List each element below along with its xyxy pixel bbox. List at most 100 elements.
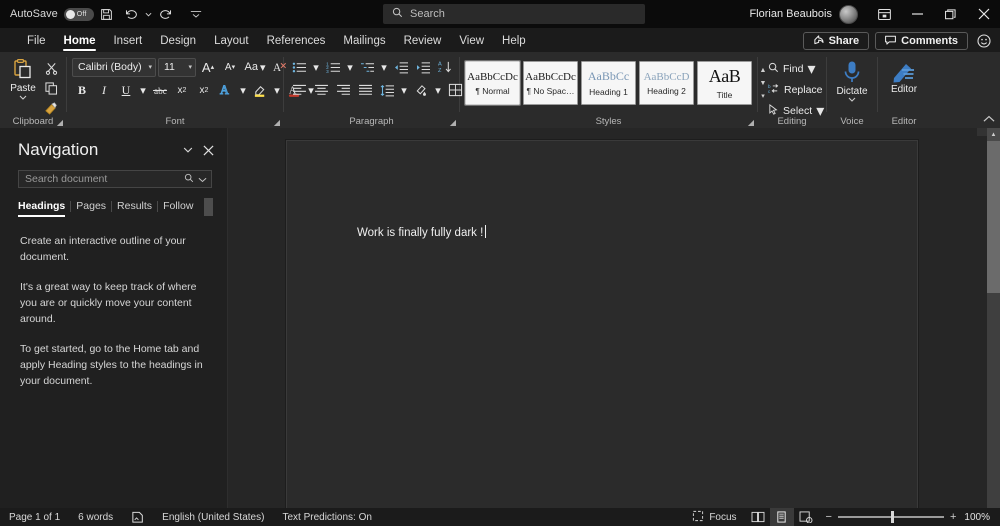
share-button[interactable]: Share (802, 32, 870, 50)
close-icon[interactable] (967, 0, 1000, 28)
smiley-feedback-icon[interactable] (974, 31, 994, 51)
avatar[interactable] (839, 4, 858, 24)
font-size-combo[interactable]: 11 ▾ (158, 57, 196, 77)
numbering-dropdown-icon[interactable]: ▾ (345, 57, 355, 77)
style-heading-1[interactable]: AaBbCc Heading 1 (581, 61, 636, 105)
zoom-slider[interactable]: − + (818, 511, 965, 523)
scroll-up-arrow-icon[interactable]: ▲ (987, 128, 1000, 141)
tab-home[interactable]: Home (55, 30, 105, 52)
document-page[interactable]: Work is finally fully dark ! (286, 140, 918, 508)
grow-font-icon[interactable]: A ▴ (198, 57, 218, 77)
tab-help[interactable]: Help (493, 30, 535, 52)
zoom-level-value[interactable]: 100% (964, 512, 1000, 523)
change-case-icon[interactable]: Aa ▾ (242, 57, 268, 77)
underline-button[interactable]: U (116, 80, 136, 100)
navigation-options-chevron-down-icon[interactable] (178, 140, 198, 160)
bullet-list-icon[interactable] (289, 57, 309, 77)
shading-dropdown-icon[interactable]: ▾ (433, 80, 443, 100)
text-highlight-color-icon[interactable] (250, 80, 270, 100)
tab-layout[interactable]: Layout (205, 30, 258, 52)
proofing-errors-icon[interactable] (122, 508, 153, 526)
paragraph-dialog-launcher[interactable]: ◢ (450, 118, 456, 127)
navigation-close-icon[interactable] (198, 140, 218, 160)
tab-mailings[interactable]: Mailings (334, 30, 394, 52)
text-effects-icon[interactable]: A (216, 80, 236, 100)
navigation-tabs-scroll-handle[interactable] (204, 198, 213, 216)
format-painter-icon[interactable] (41, 100, 61, 117)
shrink-font-icon[interactable]: A ▾ (220, 57, 240, 77)
vertical-scrollbar[interactable]: ▲ (987, 128, 1000, 508)
tab-review[interactable]: Review (395, 30, 451, 52)
paste-button[interactable]: Paste (5, 56, 41, 100)
navigation-search-input[interactable]: Search document (18, 170, 212, 188)
bold-button[interactable]: B (72, 80, 92, 100)
search-input[interactable]: Search (383, 4, 645, 24)
zoom-thumb[interactable] (890, 511, 894, 523)
tab-view[interactable]: View (450, 30, 493, 52)
copy-icon[interactable] (41, 80, 61, 97)
style-no-spacing[interactable]: AaBbCcDc ¶ No Spac… (523, 61, 578, 105)
document-canvas[interactable]: Work is finally fully dark ! ▲ (228, 128, 1000, 508)
undo-icon[interactable] (120, 3, 142, 25)
dictate-button[interactable]: Dictate (832, 57, 872, 102)
read-mode-icon[interactable] (746, 508, 770, 526)
zoom-in-button[interactable]: + (950, 511, 956, 523)
word-count-status[interactable]: 6 words (69, 508, 122, 526)
tab-design[interactable]: Design (151, 30, 205, 52)
zoom-out-button[interactable]: − (826, 511, 832, 523)
focus-mode-button[interactable]: Focus (683, 508, 745, 526)
print-layout-icon[interactable] (769, 508, 794, 526)
nav-tab-follow[interactable]: Follow (163, 200, 204, 217)
style-title[interactable]: AaB Title (697, 61, 752, 105)
minimize-icon[interactable] (901, 0, 934, 28)
style-heading-2[interactable]: AaBbCcD Heading 2 (639, 61, 694, 105)
navigation-search-options-icon[interactable] (198, 170, 207, 188)
customize-quick-access-icon[interactable] (185, 3, 207, 25)
document-text[interactable]: Work is finally fully dark ! (357, 225, 487, 239)
undo-dropdown-icon[interactable] (144, 3, 153, 25)
style-normal[interactable]: AaBbCcDc ¶ Normal (464, 60, 521, 106)
multilevel-dropdown-icon[interactable]: ▾ (379, 57, 389, 77)
align-center-icon[interactable] (311, 80, 331, 100)
subscript-button[interactable]: x2 (172, 80, 192, 100)
collapse-ribbon-icon[interactable] (983, 115, 995, 126)
sort-icon[interactable]: AZ (435, 57, 455, 77)
strikethrough-icon[interactable]: abc (150, 80, 170, 100)
web-layout-icon[interactable] (794, 508, 818, 526)
text-effects-dropdown-icon[interactable]: ▾ (238, 80, 248, 100)
page-number-status[interactable]: Page 1 of 1 (0, 508, 69, 526)
nav-tab-headings[interactable]: Headings (18, 200, 76, 217)
numbered-list-icon[interactable]: 123 (323, 57, 343, 77)
autosave-toggle[interactable]: Off (63, 7, 94, 21)
nav-tab-pages[interactable]: Pages (76, 200, 117, 217)
italic-button[interactable]: I (94, 80, 114, 100)
font-dialog-launcher[interactable]: ◢ (274, 118, 280, 127)
restore-icon[interactable] (934, 0, 967, 28)
superscript-button[interactable]: x2 (194, 80, 214, 100)
replace-button[interactable]: bc Replace (763, 80, 829, 100)
ribbon-display-options-icon[interactable] (868, 0, 901, 28)
tab-references[interactable]: References (258, 30, 335, 52)
shading-icon[interactable] (411, 80, 431, 100)
tab-insert[interactable]: Insert (104, 30, 151, 52)
editor-button[interactable]: Editor (883, 57, 925, 95)
zoom-track[interactable] (837, 511, 944, 523)
styles-dialog-launcher[interactable]: ◢ (748, 118, 754, 127)
text-predictions-status[interactable]: Text Predictions: On (273, 508, 380, 526)
vertical-scrollbar-thumb[interactable] (987, 141, 1000, 293)
comments-button[interactable]: Comments (875, 32, 968, 50)
underline-dropdown-icon[interactable]: ▾ (138, 80, 148, 100)
find-button[interactable]: Find ▾ (763, 59, 829, 79)
clipboard-dialog-launcher[interactable]: ◢ (57, 118, 63, 127)
decrease-indent-icon[interactable] (391, 57, 411, 77)
user-name[interactable]: Florian Beaubois (749, 8, 832, 20)
justify-icon[interactable] (355, 80, 375, 100)
save-icon[interactable] (96, 3, 118, 25)
redo-icon[interactable] (155, 3, 177, 25)
nav-tab-results[interactable]: Results (117, 200, 163, 217)
tab-file[interactable]: File (18, 30, 55, 52)
scissors-icon[interactable] (41, 60, 61, 77)
multilevel-list-icon[interactable] (357, 57, 377, 77)
increase-indent-icon[interactable] (413, 57, 433, 77)
language-status[interactable]: English (United States) (153, 508, 273, 526)
